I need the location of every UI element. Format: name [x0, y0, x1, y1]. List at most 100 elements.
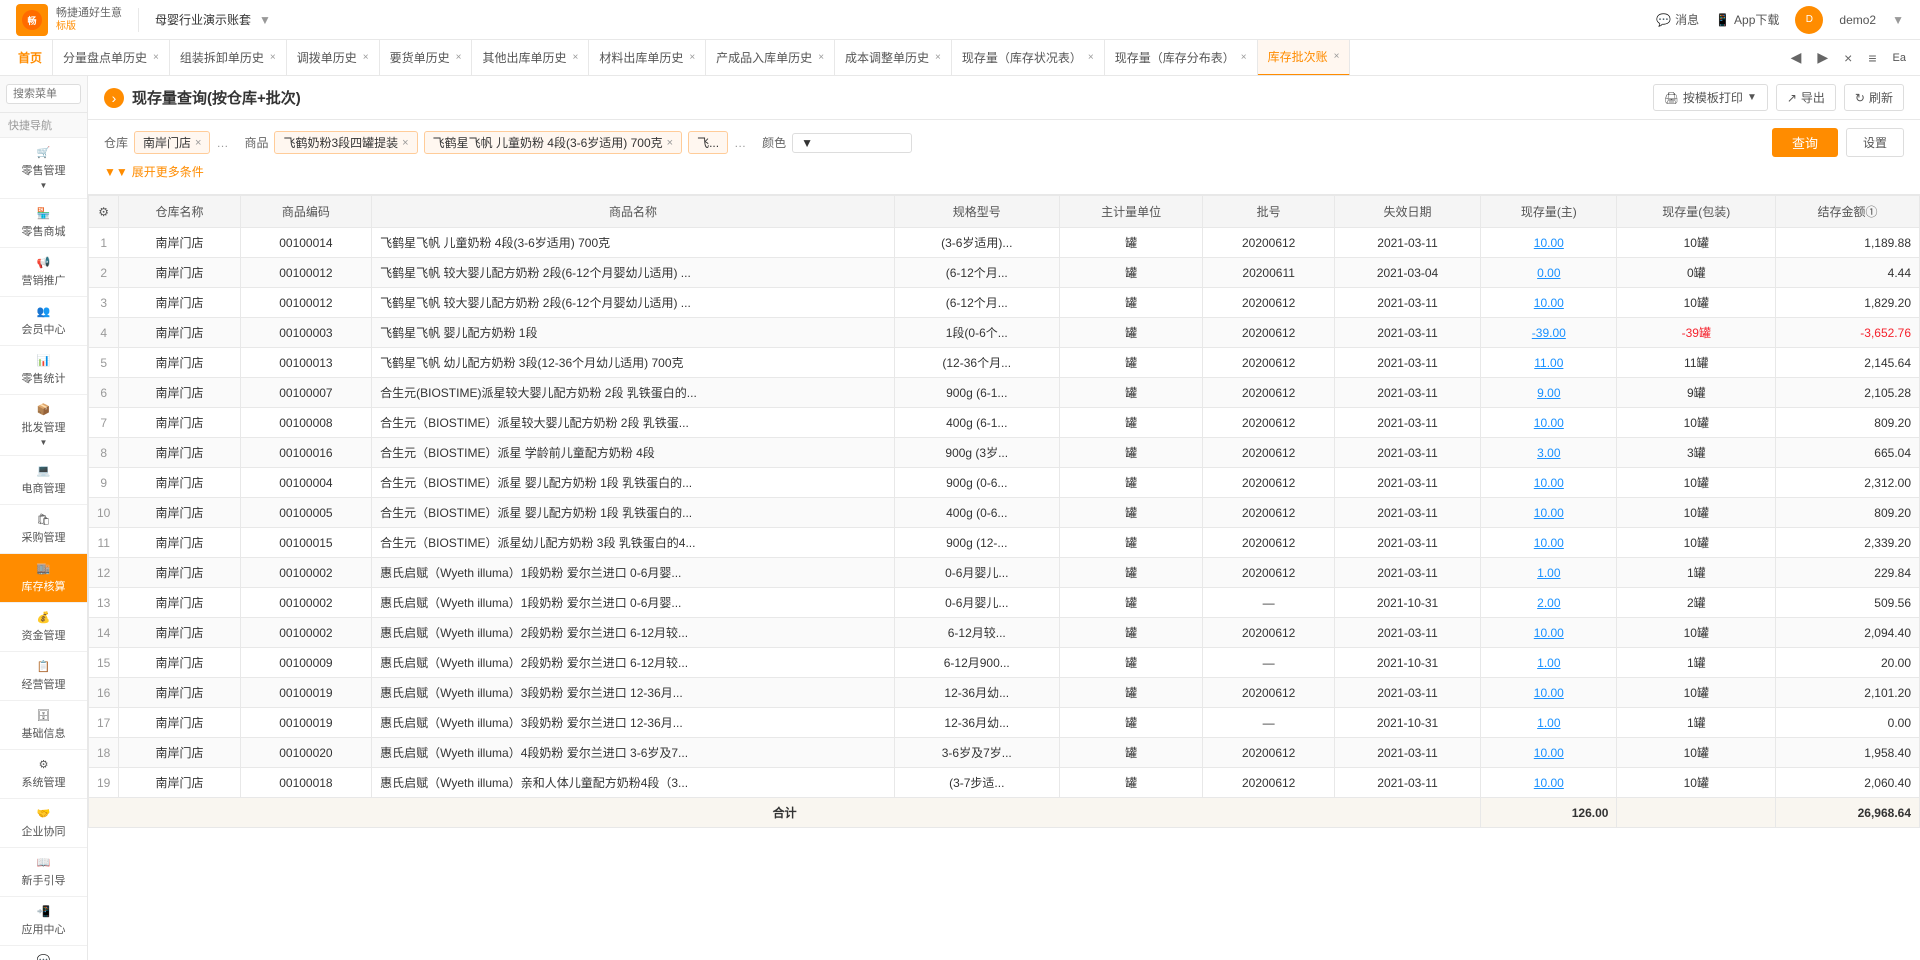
- cell-qty-pack: 10罐: [1617, 468, 1776, 498]
- warehouse-tag-close[interactable]: ×: [195, 137, 201, 149]
- tab-close-all-btn[interactable]: ×: [1838, 50, 1858, 66]
- sidebar-item-manage[interactable]: 📋 经营管理: [0, 652, 87, 701]
- color-dropdown[interactable]: ▼: [792, 133, 912, 153]
- sidebar-item-retail[interactable]: 🛒 零售管理 ▼: [0, 138, 87, 199]
- sidebar-item-system[interactable]: ⚙ 系统管理: [0, 750, 87, 799]
- tab-close-9[interactable]: ×: [1088, 52, 1094, 63]
- cell-qty-main[interactable]: 10.00: [1481, 498, 1617, 528]
- sidebar-item-mall[interactable]: 🏪 零售商城: [0, 199, 87, 248]
- sidebar-item-wechat[interactable]: 💬 企业微信: [0, 946, 87, 960]
- cell-qty-main[interactable]: 10.00: [1481, 768, 1617, 798]
- tab-fenpan[interactable]: 分量盘点单历史 ×: [53, 40, 170, 76]
- cell-unit: 罐: [1059, 258, 1203, 288]
- tab-qitachu[interactable]: 其他出库单历史 ×: [472, 40, 589, 76]
- cell-qty-pack: 10罐: [1617, 288, 1776, 318]
- cell-qty-main[interactable]: 3.00: [1481, 438, 1617, 468]
- cell-qty-main[interactable]: 10.00: [1481, 228, 1617, 258]
- tab-close-11[interactable]: ×: [1334, 51, 1340, 62]
- template-print-btn[interactable]: 🖨 按模板打印 ▼: [1653, 84, 1768, 111]
- avatar[interactable]: D: [1795, 6, 1823, 34]
- cell-code: 00100003: [240, 318, 371, 348]
- cell-qty-main[interactable]: 9.00: [1481, 378, 1617, 408]
- query-btn[interactable]: 查询: [1772, 128, 1838, 157]
- tab-close-2[interactable]: ×: [270, 52, 276, 63]
- sidebar-item-purchase[interactable]: 🛍 采购管理: [0, 505, 87, 554]
- sidebar-item-app[interactable]: 📲 应用中心: [0, 897, 87, 946]
- cell-qty-main[interactable]: 10.00: [1481, 618, 1617, 648]
- cell-qty-main[interactable]: 1.00: [1481, 708, 1617, 738]
- cell-name: 惠氏启赋（Wyeth illuma）3段奶粉 爱尔兰进口 12-36月...: [372, 678, 895, 708]
- cell-qty-main[interactable]: 11.00: [1481, 348, 1617, 378]
- sidebar-item-ecom[interactable]: 💻 电商管理: [0, 456, 87, 505]
- tab-diaob[interactable]: 调拨单历史 ×: [287, 40, 380, 76]
- table-row: 11 南岸门店 00100015 合生元（BIOSTIME）派星幼儿配方奶粉 3…: [89, 528, 1920, 558]
- sidebar-item-guide[interactable]: 📖 新手引导: [0, 848, 87, 897]
- cell-qty-main[interactable]: 1.00: [1481, 558, 1617, 588]
- cell-expire: 2021-03-11: [1334, 498, 1480, 528]
- tab-close-6[interactable]: ×: [689, 52, 695, 63]
- tab-close-5[interactable]: ×: [572, 52, 578, 63]
- settings-header[interactable]: ⚙: [89, 196, 119, 228]
- tab-cailiaochu[interactable]: 材料出库单历史 ×: [589, 40, 706, 76]
- more-dots[interactable]: …: [216, 136, 228, 150]
- tab-close-7[interactable]: ×: [818, 52, 824, 63]
- cell-spec: 0-6月婴儿...: [894, 558, 1059, 588]
- tab-next-btn[interactable]: ▶: [1811, 49, 1834, 66]
- app-download-btn[interactable]: 📱 App下载: [1715, 11, 1779, 28]
- more-dots2[interactable]: …: [734, 136, 746, 150]
- cell-spec: 400g (0-6...: [894, 498, 1059, 528]
- sidebar-item-collab[interactable]: 🤝 企业协同: [0, 799, 87, 848]
- svg-text:畅: 畅: [27, 15, 36, 26]
- tab-home[interactable]: 首页: [8, 40, 53, 76]
- cell-qty-main[interactable]: 10.00: [1481, 288, 1617, 318]
- product-tag1-close[interactable]: ×: [402, 137, 408, 149]
- tab-yaohuo[interactable]: 要货单历史 ×: [380, 40, 473, 76]
- tab-kucunpici[interactable]: 库存批次账 ×: [1258, 40, 1351, 76]
- tab-close-1[interactable]: ×: [153, 52, 159, 63]
- table-row: 14 南岸门店 00100002 惠氏启赋（Wyeth illuma）2段奶粉 …: [89, 618, 1920, 648]
- table-row: 13 南岸门店 00100002 惠氏启赋（Wyeth illuma）1段奶粉 …: [89, 588, 1920, 618]
- cell-amount: 809.20: [1776, 408, 1920, 438]
- cell-batch: 20200612: [1203, 678, 1334, 708]
- cell-qty-main[interactable]: 1.00: [1481, 648, 1617, 678]
- cell-batch: 20200612: [1203, 618, 1334, 648]
- row-num: 14: [89, 618, 119, 648]
- tab-close-10[interactable]: ×: [1241, 52, 1247, 63]
- sidebar-item-base[interactable]: 🗄 基础信息: [0, 701, 87, 750]
- product-tag2-close[interactable]: ×: [667, 137, 673, 149]
- chevron-down-icon[interactable]: ▼: [259, 13, 271, 27]
- tab-chengben[interactable]: 成本调整单历史 ×: [835, 40, 952, 76]
- tab-close-4[interactable]: ×: [456, 52, 462, 63]
- expand-more-btn[interactable]: ▼▼ 展开更多条件: [104, 163, 1904, 180]
- sidebar-item-member[interactable]: 👥 会员中心: [0, 297, 87, 346]
- tab-chancheng[interactable]: 产成品入库单历史 ×: [706, 40, 835, 76]
- tab-prev-btn[interactable]: ◀: [1785, 49, 1808, 66]
- cell-qty-main[interactable]: 10.00: [1481, 678, 1617, 708]
- tab-close-3[interactable]: ×: [363, 52, 369, 63]
- cell-qty-main[interactable]: 10.00: [1481, 408, 1617, 438]
- expand-row-btn[interactable]: ›: [104, 88, 124, 108]
- cell-code: 00100005: [240, 498, 371, 528]
- sidebar-item-inventory[interactable]: 🏬 库存核算: [0, 554, 87, 603]
- cell-qty-main[interactable]: -39.00: [1481, 318, 1617, 348]
- cell-qty-main[interactable]: 2.00: [1481, 588, 1617, 618]
- sidebar-item-capital[interactable]: 💰 资金管理: [0, 603, 87, 652]
- message-btn[interactable]: 💬 消息: [1656, 11, 1699, 28]
- tab-close-8[interactable]: ×: [935, 52, 941, 63]
- sidebar-item-stat[interactable]: 📊 零售统计: [0, 346, 87, 395]
- search-input[interactable]: [6, 84, 81, 104]
- sidebar-item-marketing[interactable]: 📢 营销推广: [0, 248, 87, 297]
- cell-qty-main[interactable]: 0.00: [1481, 258, 1617, 288]
- tab-menu-btn[interactable]: ≡: [1862, 50, 1882, 66]
- tab-xiancun1[interactable]: 现存量（库存状况表） ×: [952, 40, 1105, 76]
- export-btn[interactable]: ↗ 导出: [1776, 84, 1836, 111]
- cell-qty-main[interactable]: 10.00: [1481, 738, 1617, 768]
- sidebar-item-wholesale[interactable]: 📦 批发管理 ▼: [0, 395, 87, 456]
- tab-zuzhuang[interactable]: 组装拆卸单历史 ×: [170, 40, 287, 76]
- tab-xiancun2[interactable]: 现存量（库存分布表） ×: [1105, 40, 1258, 76]
- refresh-btn[interactable]: ↻ 刷新: [1844, 84, 1904, 111]
- selector-area[interactable]: 母婴行业演示账套 ▼: [155, 11, 271, 28]
- settings-btn[interactable]: 设置: [1846, 128, 1904, 157]
- cell-qty-main[interactable]: 10.00: [1481, 468, 1617, 498]
- cell-qty-main[interactable]: 10.00: [1481, 528, 1617, 558]
